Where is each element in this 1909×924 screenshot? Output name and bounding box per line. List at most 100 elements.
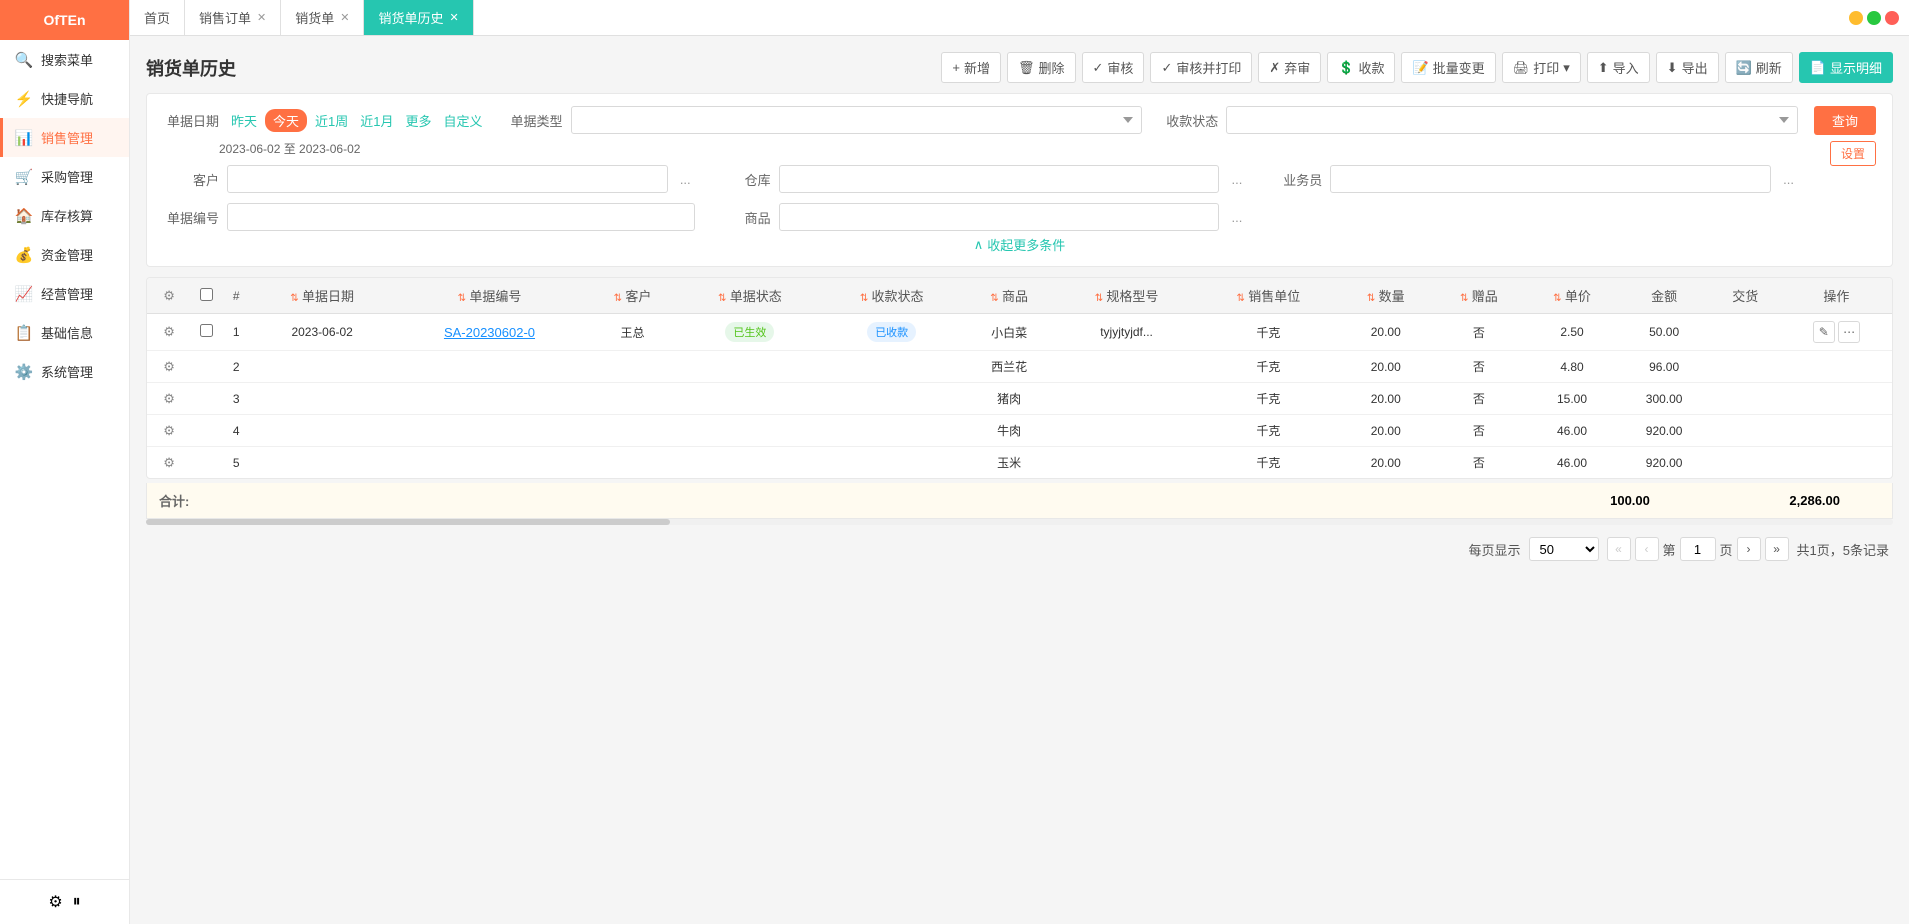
tab-home[interactable]: 首页 <box>130 0 185 35</box>
sidebar-item-finance[interactable]: 💰 资金管理 <box>0 235 129 274</box>
row-spec: tyjyjtyjdf... <box>1056 314 1198 351</box>
collapse-label: 收起更多条件 <box>987 235 1065 254</box>
page-size-select[interactable]: 50 100 200 <box>1529 537 1599 561</box>
col-doc-status[interactable]: ⇅ 单据状态 <box>679 278 821 314</box>
row-gear-icon[interactable]: ⚙ <box>163 359 175 374</box>
row-unit: 千克 <box>1197 351 1339 383</box>
win-minimize[interactable] <box>1849 11 1863 25</box>
select-all-checkbox[interactable] <box>200 288 213 301</box>
first-page-btn[interactable]: « <box>1607 537 1631 561</box>
customer-ellipsis[interactable]: ... <box>676 172 695 187</box>
print-button[interactable]: 🖨 打印 ▾ <box>1502 52 1581 83</box>
sidebar-item-search-menu[interactable]: 🔍 搜索菜单 <box>0 40 129 79</box>
row-gift: 否 <box>1432 447 1525 479</box>
export-button[interactable]: ⬇ 导出 <box>1656 52 1719 83</box>
sidebar-item-quick-nav[interactable]: ⚡ 快捷导航 <box>0 79 129 118</box>
goods-input[interactable] <box>779 203 1220 231</box>
last-page-btn[interactable]: » <box>1765 537 1789 561</box>
tab-sales-order-close[interactable]: ✕ <box>257 11 266 24</box>
payment-status-select[interactable] <box>1226 106 1798 134</box>
goods-label: 商品 <box>715 208 771 227</box>
shortcut-more[interactable]: 更多 <box>402 109 436 132</box>
settings-button[interactable]: 设置 <box>1830 141 1876 166</box>
sidebar-item-operations[interactable]: 📈 经营管理 <box>0 274 129 313</box>
doc-no-link[interactable]: SA-20230602-0 <box>444 325 535 340</box>
page-number-input[interactable] <box>1680 537 1716 561</box>
doc-no-input[interactable] <box>227 203 695 231</box>
win-maximize[interactable] <box>1867 11 1881 25</box>
staff-ellipsis[interactable]: ... <box>1779 172 1798 187</box>
sidebar-settings-icon[interactable]: ⚙ <box>48 892 62 912</box>
delete-button[interactable]: 🗑 删除 <box>1007 52 1076 83</box>
col-gear[interactable]: ⚙ <box>147 278 191 314</box>
row-unit: 千克 <box>1197 415 1339 447</box>
col-pay-status[interactable]: ⇅ 收款状态 <box>821 278 963 314</box>
tab-sales-delivery[interactable]: 销货单 ✕ <box>281 0 364 35</box>
shortcut-last30[interactable]: 近1月 <box>356 109 397 132</box>
sidebar-item-purchase-mgmt[interactable]: 🛒 采购管理 <box>0 157 129 196</box>
sidebar-item-sales-mgmt[interactable]: 📊 销售管理 <box>0 118 129 157</box>
customer-input[interactable] <box>227 165 668 193</box>
col-delivery[interactable]: 交货 <box>1710 278 1781 314</box>
tab-sales-history-close[interactable]: ✕ <box>450 11 459 24</box>
collapse-button[interactable]: ∧ 收起更多条件 <box>163 235 1876 254</box>
batch-change-button[interactable]: 📝 批量变更 <box>1401 52 1495 83</box>
row-doc-status <box>679 351 821 383</box>
edit-action-btn[interactable]: ✎ <box>1813 321 1835 343</box>
col-customer[interactable]: ⇅ 客户 <box>586 278 679 314</box>
col-gift[interactable]: ⇅ 赠品 <box>1432 278 1525 314</box>
col-doc-date[interactable]: ⇅ 单据日期 <box>251 278 393 314</box>
import-button[interactable]: ⬆ 导入 <box>1587 52 1650 83</box>
sidebar-item-inventory[interactable]: 🏠 库存核算 <box>0 196 129 235</box>
row-gear: ⚙ <box>147 447 191 479</box>
receive-button[interactable]: 💲 收款 <box>1327 52 1395 83</box>
gear-icon[interactable]: ⚙ <box>163 288 175 303</box>
warehouse-label: 仓库 <box>715 170 771 189</box>
row-checkbox[interactable] <box>200 324 213 337</box>
warehouse-input[interactable] <box>779 165 1220 193</box>
row-price: 4.80 <box>1525 351 1618 383</box>
col-qty[interactable]: ⇅ 数量 <box>1339 278 1432 314</box>
staff-input[interactable] <box>1330 165 1771 193</box>
row-gear-icon[interactable]: ⚙ <box>163 391 175 406</box>
shortcut-last7[interactable]: 近1周 <box>311 109 352 132</box>
sidebar-collapse-icon[interactable]: ⏸ <box>73 893 81 911</box>
col-spec[interactable]: ⇅ 规格型号 <box>1056 278 1198 314</box>
col-amount[interactable]: 金额 <box>1619 278 1710 314</box>
show-detail-button[interactable]: 📄 显示明细 <box>1799 52 1893 83</box>
shortcut-custom[interactable]: 自定义 <box>440 109 487 132</box>
col-goods[interactable]: ⇅ 商品 <box>963 278 1056 314</box>
win-close[interactable] <box>1885 11 1899 25</box>
row-gear-icon[interactable]: ⚙ <box>163 324 175 339</box>
refresh-icon: 🔄 <box>1736 60 1752 76</box>
shortcut-today[interactable]: 今天 <box>265 109 307 132</box>
tab-sales-history[interactable]: 销货单历史 ✕ <box>364 0 473 35</box>
prev-page-btn[interactable]: ‹ <box>1635 537 1659 561</box>
more-action-btn[interactable]: ⋯ <box>1838 321 1860 343</box>
audit-print-button[interactable]: ✓ 审核并打印 <box>1150 52 1252 83</box>
goods-ellipsis[interactable]: ... <box>1227 210 1246 225</box>
query-button[interactable]: 查询 <box>1814 106 1876 135</box>
next-page-btn[interactable]: › <box>1737 537 1761 561</box>
customer-label: 客户 <box>163 170 219 189</box>
page-nav: « ‹ 第 页 › » <box>1607 537 1789 561</box>
row-doc-no: SA-20230602-0 <box>393 314 586 351</box>
sidebar-item-system[interactable]: ⚙️ 系统管理 <box>0 352 129 391</box>
doc-type-select[interactable] <box>571 106 1143 134</box>
add-button[interactable]: + 新增 <box>941 52 1001 83</box>
row-gear-icon[interactable]: ⚙ <box>163 455 175 470</box>
col-price[interactable]: ⇅ 单价 <box>1525 278 1618 314</box>
warehouse-ellipsis[interactable]: ... <box>1227 172 1246 187</box>
tab-sales-order[interactable]: 销售订单 ✕ <box>185 0 281 35</box>
row-gear-icon[interactable]: ⚙ <box>163 423 175 438</box>
refresh-button[interactable]: 🔄 刷新 <box>1725 52 1793 83</box>
shortcut-yesterday[interactable]: 昨天 <box>227 109 261 132</box>
audit-button[interactable]: ✓ 审核 <box>1082 52 1145 83</box>
col-unit[interactable]: ⇅ 销售单位 <box>1197 278 1339 314</box>
sidebar-item-basic-info[interactable]: 📋 基础信息 <box>0 313 129 352</box>
sort-icon: ⇅ <box>458 293 466 304</box>
col-doc-no[interactable]: ⇅ 单据编号 <box>393 278 586 314</box>
abandon-button[interactable]: ✗ 弃审 <box>1258 52 1321 83</box>
tab-sales-delivery-label: 销货单 <box>295 8 334 27</box>
tab-sales-delivery-close[interactable]: ✕ <box>340 11 349 24</box>
